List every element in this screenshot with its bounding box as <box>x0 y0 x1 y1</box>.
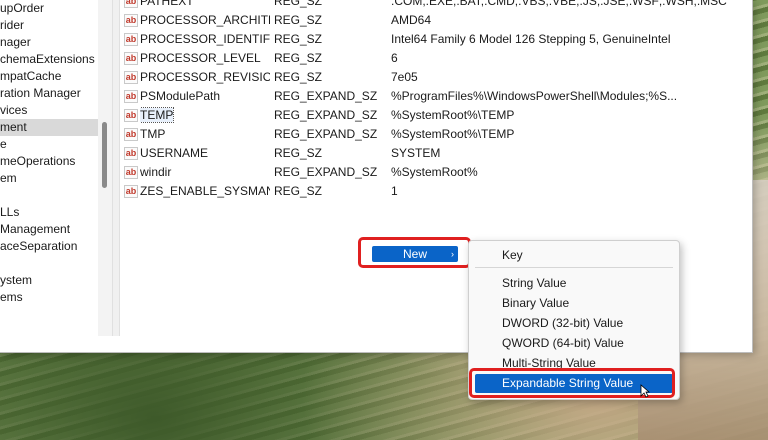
string-value-icon: ab <box>124 0 138 8</box>
value-name: ZES_ENABLE_SYSMAN <box>140 184 270 198</box>
string-value-icon: ab <box>124 33 138 46</box>
string-value-icon: ab <box>124 147 138 160</box>
value-row[interactable]: ab USERNAME REG_SZ SYSTEM <box>119 144 752 163</box>
string-value-icon: ab <box>124 52 138 65</box>
tree-item[interactable]: rider <box>0 17 98 34</box>
string-value-icon: ab <box>124 109 138 122</box>
value-row[interactable]: abPROCESSOR_IDENTIFIER REG_SZ Intel64 Fami… <box>119 30 752 49</box>
tree-item[interactable]: nager <box>0 34 98 51</box>
value-data: AMD64 <box>391 13 432 27</box>
registry-tree: upOrder rider nager chemaExtensions mpatCach… <box>0 0 112 336</box>
value-row[interactable]: ab TMP REG_EXPAND_SZ %SystemRoot%\TEMP <box>119 125 752 144</box>
context-menu-new-label: New <box>402 247 427 261</box>
value-type: REG_SZ <box>274 70 323 84</box>
submenu-item[interactable]: Multi-String Value <box>475 354 673 373</box>
value-row[interactable]: ab windir REG_EXPAND_SZ %SystemRoot% <box>119 163 752 182</box>
string-value-icon: ab <box>124 90 138 103</box>
value-data: 1 <box>391 184 398 198</box>
submenu-item[interactable]: String Value <box>475 274 673 293</box>
tree-item[interactable]: mpatCache <box>0 68 98 85</box>
value-type: REG_SZ <box>274 184 323 198</box>
value-row[interactable]: ab PROCESSOR_LEVEL REG_SZ 6 <box>119 49 752 68</box>
tree-item[interactable]: ems <box>0 289 98 306</box>
value-row[interactable]: ab PROCESSOR_REVISION REG_SZ 7e05 <box>119 68 752 87</box>
value-type: REG_EXPAND_SZ <box>274 165 378 179</box>
value-type: REG_SZ <box>274 146 323 160</box>
value-name: USERNAME <box>140 146 209 160</box>
new-submenu: Key String Value Binary Value DWORD (32-bit… <box>468 240 680 400</box>
string-value-icon: ab <box>124 14 138 27</box>
value-type: REG_SZ <box>274 13 323 27</box>
value-type: REG_SZ <box>274 32 323 46</box>
value-row[interactable]: ab PSModulePath REG_EXPAND_SZ %ProgramFiles… <box>119 87 752 106</box>
value-data: %SystemRoot%\TEMP <box>391 108 515 122</box>
string-value-icon: ab <box>124 166 138 179</box>
value-name: windir <box>140 165 172 179</box>
tree-item[interactable]: chemaExtensions <box>0 51 98 68</box>
submenu-item[interactable]: Key <box>475 246 673 265</box>
tree-item[interactable] <box>0 255 98 272</box>
value-data: 7e05 <box>391 70 418 84</box>
value-name: TEMP <box>140 107 175 123</box>
value-type: REG_EXPAND_SZ <box>274 89 378 103</box>
tree-item[interactable]: meOperations <box>0 153 98 170</box>
value-name: PROCESSOR_ARCHITEC... <box>140 13 270 27</box>
value-data: .COM;.EXE;.BAT;.CMD;.VBS;.VBE;.JS;.JSE;.… <box>391 0 727 8</box>
value-row[interactable]: ab PATHEXT REG_SZ .COM;.EXE;.BAT;.CMD;.VBS;… <box>119 0 752 11</box>
submenu-separator <box>475 267 673 268</box>
tree-item[interactable] <box>0 187 98 204</box>
value-type: REG_SZ <box>274 51 323 65</box>
tree-item[interactable]: vices <box>0 102 98 119</box>
tree-scrollbar[interactable] <box>98 0 112 336</box>
value-data: %ProgramFiles%\WindowsPowerShell\Modules… <box>391 89 678 103</box>
submenu-item[interactable]: Binary Value <box>475 294 673 313</box>
tree-item[interactable]: ration Manager <box>0 85 98 102</box>
string-value-icon: ab <box>124 185 138 198</box>
context-menu-new[interactable]: New › <box>372 246 458 262</box>
value-type: REG_EXPAND_SZ <box>274 127 378 141</box>
value-data: %SystemRoot%\TEMP <box>391 127 515 141</box>
tree-scrollbar-thumb[interactable] <box>102 122 107 188</box>
chevron-right-icon: › <box>451 249 454 259</box>
value-data: SYSTEM <box>391 146 441 160</box>
tree-item[interactable]: ystem <box>0 272 98 289</box>
tree-item[interactable]: ment <box>0 119 98 136</box>
value-name: PROCESSOR_REVISION <box>140 70 270 84</box>
submenu-item[interactable]: QWORD (64-bit) Value <box>475 334 673 353</box>
tree-item[interactable]: em <box>0 170 98 187</box>
value-data: 6 <box>391 51 398 65</box>
value-name: TMP <box>140 127 166 141</box>
tree-item[interactable]: aceSeparation <box>0 238 98 255</box>
string-value-icon: ab <box>124 128 138 141</box>
value-name: PROCESSOR_IDENTIFIER <box>140 32 270 46</box>
value-row[interactable]: ab ZES_ENABLE_SYSMAN REG_SZ 1 <box>119 182 752 201</box>
value-name: PSModulePath <box>140 89 221 103</box>
mouse-cursor-icon <box>640 384 650 398</box>
value-type: REG_SZ <box>274 0 323 8</box>
value-name: PROCESSOR_LEVEL <box>140 51 261 65</box>
value-row[interactable]: ab TEMP REG_EXPAND_SZ %SystemRoot%\TEMP <box>119 106 752 125</box>
value-data: %SystemRoot% <box>391 165 478 179</box>
string-value-icon: ab <box>124 71 138 84</box>
value-name: PATHEXT <box>140 0 194 8</box>
tree-item[interactable]: LLs <box>0 204 98 221</box>
tree-item[interactable]: e <box>0 136 98 153</box>
tree-item[interactable]: upOrder <box>0 0 98 17</box>
tree-item[interactable]: Management <box>0 221 98 238</box>
value-data: Intel64 Family 6 Model 126 Stepping 5, G… <box>391 32 671 46</box>
value-row[interactable]: abPROCESSOR_ARCHITEC... REG_SZ AMD64 <box>119 11 752 30</box>
value-type: REG_EXPAND_SZ <box>274 108 378 122</box>
submenu-item[interactable]: DWORD (32-bit) Value <box>475 314 673 333</box>
